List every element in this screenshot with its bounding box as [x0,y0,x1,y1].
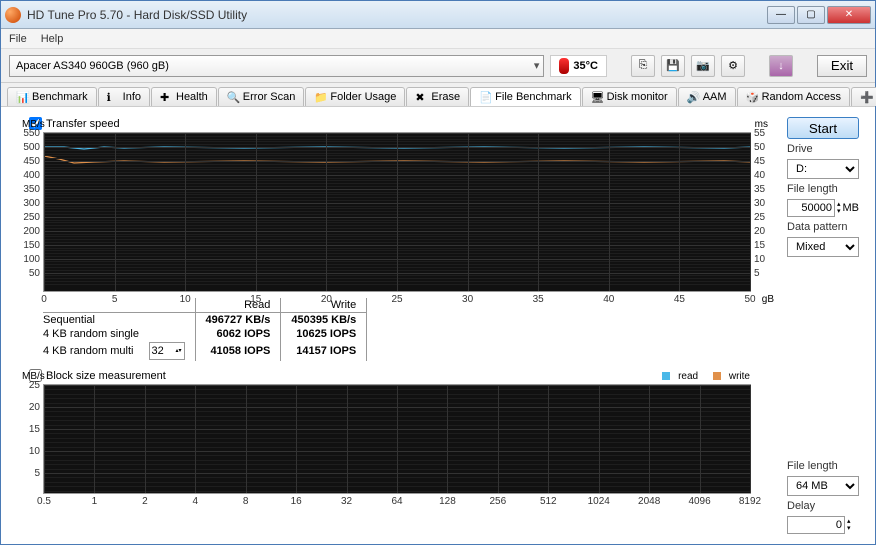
tab-error-scan[interactable]: 🔍Error Scan [218,87,305,106]
maximize-button[interactable]: ▢ [797,6,825,24]
filelen-label: File length [787,183,861,195]
temperature-value: 35°C [573,60,598,72]
tab-benchmark[interactable]: 📊Benchmark [7,87,97,106]
temperature-display: 35°C [550,55,607,77]
transfer-speed-label: Transfer speed [46,118,120,130]
toolbar-settings-icon[interactable]: ⚙ [721,55,745,77]
tab-row: 📊BenchmarkℹInfo✚Health🔍Error Scan📁Folder… [1,83,875,107]
filelen-input[interactable] [787,199,835,217]
titlebar[interactable]: HD Tune Pro 5.70 - Hard Disk/SSD Utility… [1,1,875,29]
drive-label: Drive [787,143,861,155]
tab-info[interactable]: ℹInfo [98,87,150,106]
col-read: Read [195,298,281,313]
toolbar: Apacer AS340 960GB (960 gB) 35°C ⎘ 💾 📷 ⚙… [1,49,875,83]
row-random-multi-label: 4 KB random multi 32 [43,341,195,361]
toolbar-screenshot-icon[interactable]: 📷 [691,55,715,77]
pattern-label: Data pattern [787,221,861,233]
tab-erase[interactable]: ✖Erase [406,87,469,106]
drive-dropdown[interactable]: Apacer AS340 960GB (960 gB) [9,55,544,77]
tab-icon: 📁 [314,91,326,103]
filelen2-select[interactable]: 64 MB [787,476,859,496]
pattern-select[interactable]: Mixed [787,237,859,257]
menu-help[interactable]: Help [41,33,64,45]
delay-input[interactable] [787,516,845,534]
toolbar-refresh-icon[interactable]: ↓ [769,55,793,77]
minimize-button[interactable]: — [767,6,795,24]
tab-icon: ✚ [160,91,172,103]
close-button[interactable]: ✕ [827,6,871,24]
tab-folder-usage[interactable]: 📁Folder Usage [305,87,405,106]
window-title: HD Tune Pro 5.70 - Hard Disk/SSD Utility [27,8,767,22]
drive-dropdown-value: Apacer AS340 960GB (960 gB) [16,60,169,72]
delay-label: Delay [787,500,861,512]
tab-icon: ➕ [860,91,872,103]
filelen-unit: MB [843,202,860,214]
seq-write: 450395 KB/s [281,313,367,328]
chart1-unit-x: gB [762,294,774,305]
start-button[interactable]: Start [787,117,859,139]
rand-multi-read: 41058 IOPS [195,341,281,361]
rand-single-read: 6062 IOPS [195,327,281,341]
block-size-label: Block size measurement [46,370,166,382]
menubar: File Help [1,29,875,49]
tab-icon: 🖥 [591,91,603,103]
chart2-legend: read write [650,371,750,382]
tab-icon: ✖ [415,91,427,103]
row-random-single-label: 4 KB random single [43,327,195,341]
tab-disk-monitor[interactable]: 🖥Disk monitor [582,87,677,106]
seq-read: 496727 KB/s [195,313,281,328]
rand-multi-write: 14157 IOPS [281,341,367,361]
tab-panel-file-benchmark: Transfer speed MB/s ms gB 55055500504504… [1,107,875,544]
tab-icon: 🎲 [746,91,758,103]
side-panel: Start Drive D: File length ▴▾ MB Data pa… [787,117,861,534]
block-chart: MB/s read write 2520151050.5124816326412… [43,384,751,494]
row-sequential-label: Sequential [43,313,195,328]
tab-health[interactable]: ✚Health [151,87,217,106]
rand-single-write: 10625 IOPS [281,327,367,341]
tab-icon: 📄 [479,91,491,103]
multi-depth-stepper[interactable]: 32 [149,342,185,360]
tab-aam[interactable]: 🔊AAM [678,87,736,106]
tab-icon: 📊 [16,91,28,103]
tab-icon: 🔍 [227,91,239,103]
filelen-stepper-icon[interactable]: ▴▾ [837,201,841,215]
tab-icon: 🔊 [687,91,699,103]
app-icon [5,7,21,23]
delay-stepper-icon[interactable]: ▴▾ [847,518,851,532]
tab-file-benchmark[interactable]: 📄File Benchmark [470,87,580,106]
results-table: Read Write Sequential 496727 KB/s 450395… [43,298,779,361]
exit-button[interactable]: Exit [817,55,867,77]
toolbar-copy-icon[interactable]: ⎘ [631,55,655,77]
app-window: HD Tune Pro 5.70 - Hard Disk/SSD Utility… [0,0,876,545]
toolbar-save-icon[interactable]: 💾 [661,55,685,77]
tab-extra-tests[interactable]: ➕Extra tests [851,87,876,106]
menu-file[interactable]: File [9,33,27,45]
filelen2-label: File length [787,460,861,472]
thermometer-icon [559,58,569,74]
tab-icon: ℹ [107,91,119,103]
transfer-chart: MB/s ms gB 55055500504504540040350353003… [43,132,751,292]
tab-random-access[interactable]: 🎲Random Access [737,87,850,106]
drive-letter-select[interactable]: D: [787,159,859,179]
